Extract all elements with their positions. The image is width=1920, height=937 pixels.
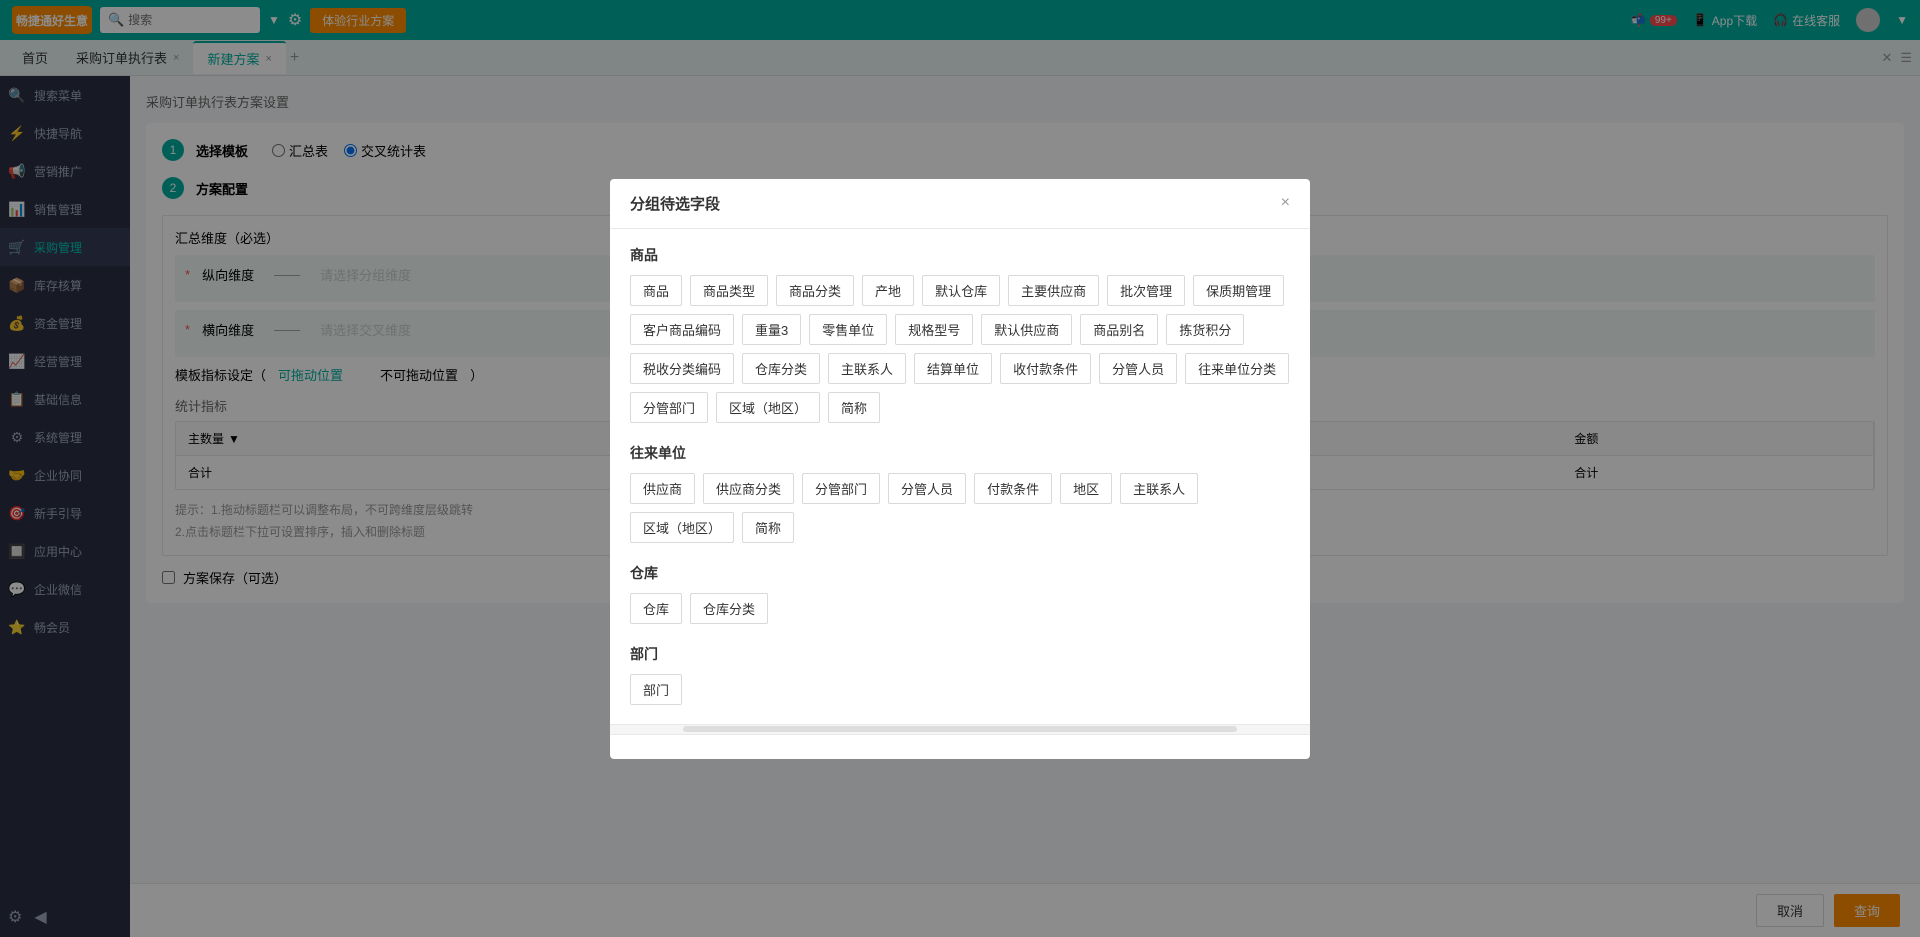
- modal-title: 分组待选字段: [630, 193, 720, 214]
- section-goods-tags: 商品 商品类型 商品分类 产地 默认仓库 主要供应商 批次管理 保质期管理 客户…: [630, 275, 1290, 423]
- modal-body: 商品 商品 商品类型 商品分类 产地 默认仓库 主要供应商 批次管理 保质期管理…: [610, 229, 1310, 724]
- field-tag-warehouse-cat[interactable]: 仓库分类: [690, 593, 768, 624]
- modal-footer: [610, 734, 1310, 759]
- field-tag-default-supplier[interactable]: 默认供应商: [981, 314, 1072, 345]
- field-tag-partner-area[interactable]: 地区: [1060, 473, 1112, 504]
- field-tag-manager[interactable]: 分管人员: [1099, 353, 1177, 384]
- field-tag-dept-in-charge[interactable]: 分管部门: [630, 392, 708, 423]
- field-tag-goods-type[interactable]: 商品类型: [690, 275, 768, 306]
- field-tag-partner-dept[interactable]: 分管部门: [802, 473, 880, 504]
- field-tag-partner-category[interactable]: 往来单位分类: [1185, 353, 1289, 384]
- field-tag-supplier[interactable]: 供应商: [630, 473, 695, 504]
- field-tag-main-supplier[interactable]: 主要供应商: [1008, 275, 1099, 306]
- field-tag-pick-score[interactable]: 拣货积分: [1166, 314, 1244, 345]
- field-tag-settlement-unit[interactable]: 结算单位: [914, 353, 992, 384]
- field-tag-spec-model[interactable]: 规格型号: [895, 314, 973, 345]
- field-tag-goods[interactable]: 商品: [630, 275, 682, 306]
- section-warehouse-tags: 仓库 仓库分类: [630, 593, 1290, 624]
- field-tag-goods-category[interactable]: 商品分类: [776, 275, 854, 306]
- section-warehouse: 仓库 仓库 仓库分类: [630, 563, 1290, 624]
- field-tag-goods-alias[interactable]: 商品别名: [1080, 314, 1158, 345]
- modal-overlay: 分组待选字段 × 商品 商品 商品类型 商品分类 产地 默认仓库 主要供应商 批…: [0, 0, 1920, 937]
- field-tag-supplier-category[interactable]: 供应商分类: [703, 473, 794, 504]
- field-tag-tax-code[interactable]: 税收分类编码: [630, 353, 734, 384]
- field-tag-partner-payment[interactable]: 付款条件: [974, 473, 1052, 504]
- section-goods-title: 商品: [630, 245, 1290, 265]
- field-tag-partner-person[interactable]: 分管人员: [888, 473, 966, 504]
- field-tag-shelf-life[interactable]: 保质期管理: [1193, 275, 1284, 306]
- field-tag-warehouse-category[interactable]: 仓库分类: [742, 353, 820, 384]
- field-tag-origin[interactable]: 产地: [862, 275, 914, 306]
- field-tag-warehouse[interactable]: 仓库: [630, 593, 682, 624]
- section-goods: 商品 商品 商品类型 商品分类 产地 默认仓库 主要供应商 批次管理 保质期管理…: [630, 245, 1290, 423]
- section-warehouse-title: 仓库: [630, 563, 1290, 583]
- field-tag-default-warehouse[interactable]: 默认仓库: [922, 275, 1000, 306]
- modal-close-btn[interactable]: ×: [1281, 194, 1290, 212]
- field-tag-dept[interactable]: 部门: [630, 674, 682, 705]
- section-partner-tags: 供应商 供应商分类 分管部门 分管人员 付款条件 地区 主联系人 区域（地区） …: [630, 473, 1290, 543]
- hscroll-bar: [683, 726, 1237, 732]
- field-tag-partner-abbr[interactable]: 简称: [742, 512, 794, 543]
- modal-hscroll[interactable]: [610, 724, 1310, 734]
- section-partner: 往来单位 供应商 供应商分类 分管部门 分管人员 付款条件 地区 主联系人 区域…: [630, 443, 1290, 543]
- field-tag-weight3[interactable]: 重量3: [742, 314, 801, 345]
- field-tag-batch-manage[interactable]: 批次管理: [1107, 275, 1185, 306]
- field-tag-main-contact[interactable]: 主联系人: [828, 353, 906, 384]
- field-select-modal: 分组待选字段 × 商品 商品 商品类型 商品分类 产地 默认仓库 主要供应商 批…: [610, 179, 1310, 759]
- section-partner-title: 往来单位: [630, 443, 1290, 463]
- field-tag-customer-code[interactable]: 客户商品编码: [630, 314, 734, 345]
- field-tag-retail-unit[interactable]: 零售单位: [809, 314, 887, 345]
- field-tag-region[interactable]: 区域（地区）: [716, 392, 820, 423]
- field-tag-payment-terms[interactable]: 收付款条件: [1000, 353, 1091, 384]
- section-dept-title: 部门: [630, 644, 1290, 664]
- field-tag-partner-contact[interactable]: 主联系人: [1120, 473, 1198, 504]
- field-tag-abbr[interactable]: 简称: [828, 392, 880, 423]
- field-tag-partner-region[interactable]: 区域（地区）: [630, 512, 734, 543]
- section-dept: 部门 部门: [630, 644, 1290, 705]
- modal-header: 分组待选字段 ×: [610, 179, 1310, 229]
- section-dept-tags: 部门: [630, 674, 1290, 705]
